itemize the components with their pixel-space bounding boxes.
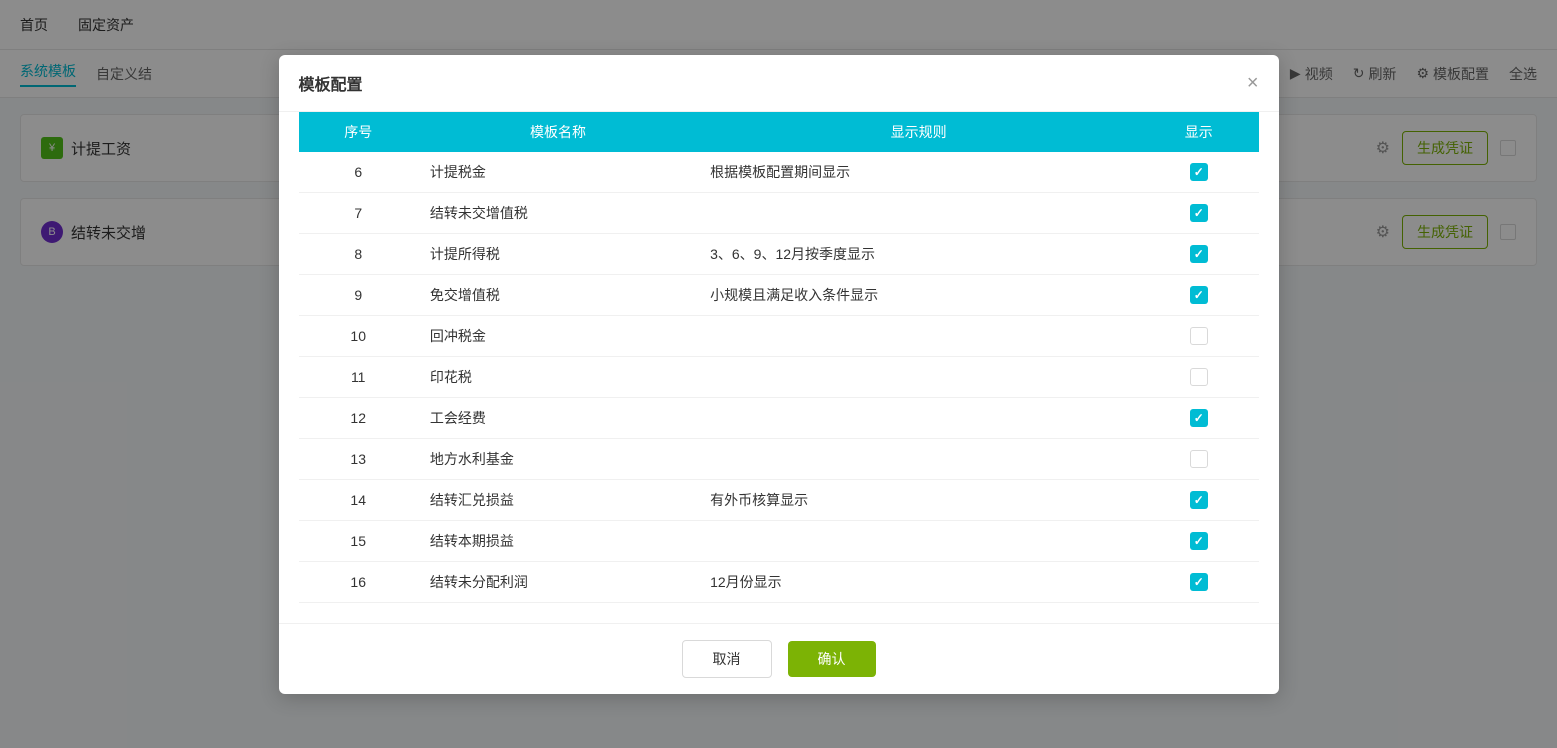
row-id-14: 14 xyxy=(299,479,418,520)
row-name-16: 结转未分配利润 xyxy=(418,561,698,602)
modal-header: 模板配置 × xyxy=(279,55,1279,112)
row-check-11[interactable] xyxy=(1139,356,1258,397)
row-id-9: 9 xyxy=(299,274,418,315)
checkbox-checked-6[interactable] xyxy=(1190,163,1208,181)
col-header-name: 模板名称 xyxy=(418,112,698,152)
modal-body: 序号 模板名称 显示规则 显示 6计提税金根据模板配置期间显示7结转未交增值税8… xyxy=(279,112,1279,623)
row-id-10: 10 xyxy=(299,315,418,356)
checkbox-unchecked-13[interactable] xyxy=(1190,450,1208,468)
checkbox-checked-14[interactable] xyxy=(1190,491,1208,509)
row-id-15: 15 xyxy=(299,520,418,561)
table-row: 14结转汇兑损益有外币核算显示 xyxy=(299,479,1259,520)
table-head: 序号 模板名称 显示规则 显示 xyxy=(299,112,1259,152)
checkbox-checked-8[interactable] xyxy=(1190,245,1208,263)
row-name-13: 地方水利基金 xyxy=(418,438,698,479)
row-check-7[interactable] xyxy=(1139,192,1258,233)
row-id-16: 16 xyxy=(299,561,418,602)
row-id-13: 13 xyxy=(299,438,418,479)
checkbox-checked-7[interactable] xyxy=(1190,204,1208,222)
modal-footer: 取消 确认 xyxy=(279,623,1279,694)
table-body: 6计提税金根据模板配置期间显示7结转未交增值税8计提所得税3、6、9、12月按季… xyxy=(299,152,1259,603)
row-check-16[interactable] xyxy=(1139,561,1258,602)
col-header-show: 显示 xyxy=(1139,112,1258,152)
row-name-7: 结转未交增值税 xyxy=(418,192,698,233)
checkbox-checked-12[interactable] xyxy=(1190,409,1208,427)
row-id-6: 6 xyxy=(299,152,418,193)
table-row: 15结转本期损益 xyxy=(299,520,1259,561)
row-id-12: 12 xyxy=(299,397,418,438)
cancel-button[interactable]: 取消 xyxy=(682,640,772,678)
row-check-10[interactable] xyxy=(1139,315,1258,356)
modal-close-button[interactable]: × xyxy=(1247,73,1259,93)
modal-title: 模板配置 xyxy=(299,71,363,95)
checkbox-checked-9[interactable] xyxy=(1190,286,1208,304)
row-check-6[interactable] xyxy=(1139,152,1258,193)
row-rule-10 xyxy=(698,315,1139,356)
table-row: 8计提所得税3、6、9、12月按季度显示 xyxy=(299,233,1259,274)
row-rule-15 xyxy=(698,520,1139,561)
checkbox-unchecked-10[interactable] xyxy=(1190,327,1208,345)
config-table: 序号 模板名称 显示规则 显示 6计提税金根据模板配置期间显示7结转未交增值税8… xyxy=(299,112,1259,603)
row-name-10: 回冲税金 xyxy=(418,315,698,356)
col-header-rule: 显示规则 xyxy=(698,112,1139,152)
row-name-9: 免交增值税 xyxy=(418,274,698,315)
row-check-15[interactable] xyxy=(1139,520,1258,561)
row-check-12[interactable] xyxy=(1139,397,1258,438)
row-id-11: 11 xyxy=(299,356,418,397)
table-header-row: 序号 模板名称 显示规则 显示 xyxy=(299,112,1259,152)
row-rule-6: 根据模板配置期间显示 xyxy=(698,152,1139,193)
table-row: 11印花税 xyxy=(299,356,1259,397)
row-check-13[interactable] xyxy=(1139,438,1258,479)
row-rule-8: 3、6、9、12月按季度显示 xyxy=(698,233,1139,274)
table-row: 6计提税金根据模板配置期间显示 xyxy=(299,152,1259,193)
row-rule-12 xyxy=(698,397,1139,438)
table-row: 9免交增值税小规模且满足收入条件显示 xyxy=(299,274,1259,315)
row-name-14: 结转汇兑损益 xyxy=(418,479,698,520)
checkbox-unchecked-11[interactable] xyxy=(1190,368,1208,386)
checkbox-checked-15[interactable] xyxy=(1190,532,1208,550)
row-check-14[interactable] xyxy=(1139,479,1258,520)
row-name-12: 工会经费 xyxy=(418,397,698,438)
confirm-button[interactable]: 确认 xyxy=(788,641,876,677)
row-rule-9: 小规模且满足收入条件显示 xyxy=(698,274,1139,315)
table-row: 13地方水利基金 xyxy=(299,438,1259,479)
table-row: 16结转未分配利润12月份显示 xyxy=(299,561,1259,602)
row-rule-7 xyxy=(698,192,1139,233)
row-name-8: 计提所得税 xyxy=(418,233,698,274)
row-rule-14: 有外币核算显示 xyxy=(698,479,1139,520)
checkbox-checked-16[interactable] xyxy=(1190,573,1208,591)
row-rule-11 xyxy=(698,356,1139,397)
row-name-6: 计提税金 xyxy=(418,152,698,193)
row-rule-13 xyxy=(698,438,1139,479)
col-header-id: 序号 xyxy=(299,112,418,152)
row-name-15: 结转本期损益 xyxy=(418,520,698,561)
table-row: 10回冲税金 xyxy=(299,315,1259,356)
row-id-8: 8 xyxy=(299,233,418,274)
row-check-9[interactable] xyxy=(1139,274,1258,315)
row-check-8[interactable] xyxy=(1139,233,1258,274)
table-row: 7结转未交增值税 xyxy=(299,192,1259,233)
modal-overlay: 模板配置 × 序号 模板名称 显示规则 显示 6计提税金根据模板配置期间显示7结… xyxy=(0,0,1557,748)
row-rule-16: 12月份显示 xyxy=(698,561,1139,602)
modal-template-config: 模板配置 × 序号 模板名称 显示规则 显示 6计提税金根据模板配置期间显示7结… xyxy=(279,55,1279,694)
table-row: 12工会经费 xyxy=(299,397,1259,438)
row-name-11: 印花税 xyxy=(418,356,698,397)
row-id-7: 7 xyxy=(299,192,418,233)
